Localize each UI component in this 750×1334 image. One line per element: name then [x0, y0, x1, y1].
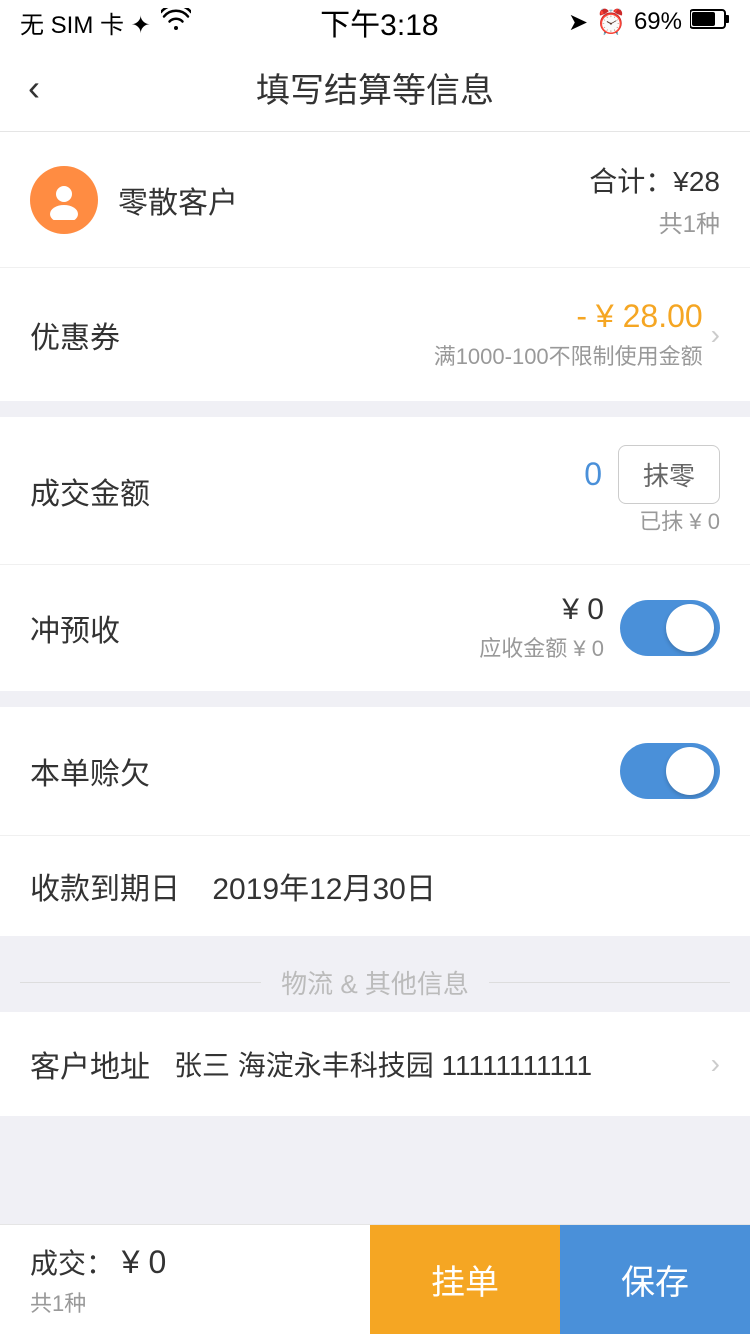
deal-amount-row: 成交金额 0 抹零 已抹 ¥ 0 — [0, 417, 750, 565]
coupon-label: 优惠券 — [30, 313, 120, 357]
customer-section: 零散客户 合计：¥28 共1种 优惠券 - ¥ 28.00 满1000-100不… — [0, 132, 750, 401]
debit-toggle[interactable] — [620, 743, 720, 799]
page-title: 填写结算等信息 — [256, 63, 494, 112]
customer-name: 零散客户 — [118, 178, 238, 222]
deal-amount-value: 0 — [584, 456, 602, 493]
precollect-right: ¥ 0 应收金额 ¥ 0 — [479, 593, 720, 663]
nav-bar: ‹ 填写结算等信息 — [0, 44, 750, 132]
precollect-toggle-track — [620, 600, 720, 656]
customer-left: 零散客户 — [30, 166, 238, 234]
debit-toggle-thumb — [666, 747, 714, 795]
status-time: 下午3:18 — [320, 0, 438, 44]
precollect-sub: 应收金额 ¥ 0 — [479, 631, 604, 663]
hold-button[interactable]: 挂单 — [370, 1225, 560, 1334]
precollect-amount: ¥ 0 — [479, 593, 604, 627]
avatar — [30, 166, 98, 234]
address-label: 客户地址 — [30, 1042, 150, 1086]
logistics-line-right — [489, 982, 730, 983]
debit-toggle-track — [620, 743, 720, 799]
bottom-deal-row: 成交： ¥ 0 — [30, 1242, 340, 1282]
bottom-bar: 成交： ¥ 0 共1种 挂单 保存 — [0, 1224, 750, 1334]
coupon-discount: - ¥ 28.00 — [434, 298, 703, 335]
logistics-line-left — [20, 982, 261, 983]
back-button[interactable]: ‹ — [28, 67, 40, 109]
precollect-toggle[interactable] — [620, 600, 720, 656]
address-row[interactable]: 客户地址 张三 海淀永丰科技园 11111111111 › — [0, 1012, 750, 1116]
status-left: 无 SIM 卡 ✦ — [20, 5, 191, 40]
battery-icon — [690, 8, 730, 37]
battery-label: 69% — [634, 8, 682, 36]
wifi-icon — [161, 8, 191, 36]
coupon-row[interactable]: 优惠券 - ¥ 28.00 满1000-100不限制使用金额 › — [0, 267, 750, 401]
address-chevron-icon: › — [711, 1048, 720, 1080]
logistics-label: 物流 & 其他信息 — [281, 964, 469, 1001]
address-section: 客户地址 张三 海淀永丰科技园 11111111111 › — [0, 1012, 750, 1116]
save-button[interactable]: 保存 — [560, 1225, 750, 1334]
bottom-deal-amount: ¥ 0 — [122, 1244, 166, 1280]
deal-amount-label: 成交金额 — [30, 469, 150, 513]
bottom-info: 成交： ¥ 0 共1种 — [0, 1242, 370, 1318]
coupon-desc: 满1000-100不限制使用金额 — [434, 339, 703, 371]
precollect-values: ¥ 0 应收金额 ¥ 0 — [479, 593, 604, 663]
customer-right: 合计：¥28 共1种 — [589, 160, 720, 239]
due-date-label: 收款到期日 — [30, 873, 180, 906]
deal-amount-value-row: 0 抹零 — [584, 445, 720, 504]
bottom-count: 共1种 — [30, 1286, 340, 1318]
debit-label: 本单赊欠 — [30, 749, 150, 793]
customer-row: 零散客户 合计：¥28 共1种 — [0, 132, 750, 267]
due-date-row: 收款到期日 2019年12月30日 — [0, 835, 750, 936]
content: 零散客户 合计：¥28 共1种 优惠券 - ¥ 28.00 满1000-100不… — [0, 132, 750, 1252]
round-zero-button[interactable]: 抹零 — [618, 445, 720, 504]
customer-total: 合计：¥28 — [589, 160, 720, 200]
debit-row: 本单赊欠 — [0, 707, 750, 835]
alarm-icon: ⏰ — [596, 8, 626, 37]
precollect-row: 冲预收 ¥ 0 应收金额 ¥ 0 — [0, 565, 750, 691]
address-value: 张三 海淀永丰科技园 11111111111 — [174, 1044, 711, 1084]
coupon-right: - ¥ 28.00 满1000-100不限制使用金额 › — [434, 298, 720, 371]
precollect-label: 冲预收 — [30, 606, 120, 650]
deal-amount-value-col: 0 抹零 已抹 ¥ 0 — [584, 445, 720, 536]
bottom-deal-label: 成交： — [30, 1248, 114, 1279]
status-bar: 无 SIM 卡 ✦ 下午3:18 ➤ ⏰ 69% — [0, 0, 750, 44]
status-right: ➤ ⏰ 69% — [568, 8, 730, 37]
customer-count: 共1种 — [589, 204, 720, 239]
deal-amount-sub: 已抹 ¥ 0 — [639, 504, 720, 536]
precollect-toggle-thumb — [666, 604, 714, 652]
due-date-value: 2019年12月30日 — [212, 873, 435, 906]
debit-section: 本单赊欠 收款到期日 2019年12月30日 — [0, 707, 750, 936]
location-icon: ➤ — [568, 8, 588, 37]
coupon-chevron-icon: › — [711, 319, 720, 351]
deal-section: 成交金额 0 抹零 已抹 ¥ 0 冲预收 ¥ 0 应收金额 ¥ 0 — [0, 417, 750, 691]
logistics-divider: 物流 & 其他信息 — [0, 952, 750, 1012]
sim-label: 无 SIM 卡 ✦ — [20, 5, 151, 40]
